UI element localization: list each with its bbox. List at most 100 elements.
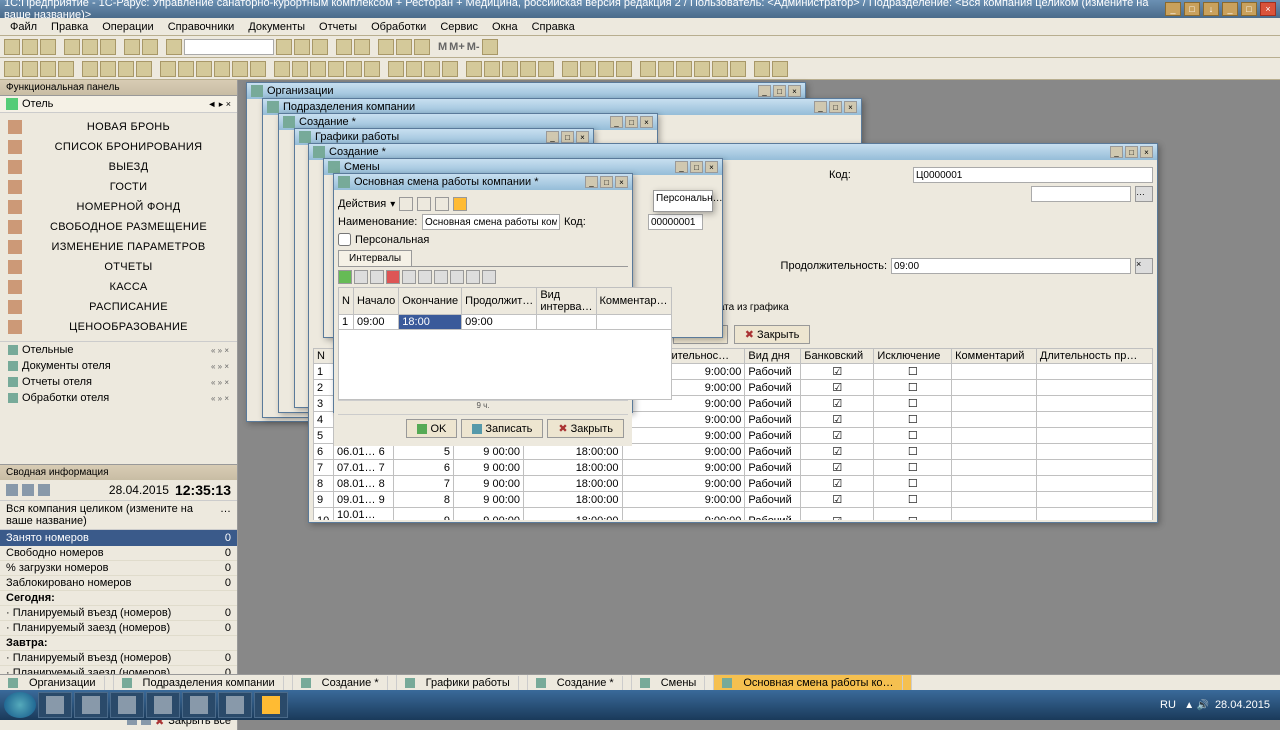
- nav-7[interactable]: ОТЧЕТЫ: [0, 257, 237, 277]
- write-btn[interactable]: Записать: [461, 419, 543, 438]
- close-btn[interactable]: ×: [1260, 2, 1276, 16]
- tb-podr[interactable]: Подразделения компании: [114, 675, 293, 691]
- nav-1[interactable]: СПИСОК БРОНИРОВАНИЯ: [0, 137, 237, 157]
- sub-1[interactable]: Документы отеля« » ×: [0, 358, 237, 374]
- menu-help[interactable]: Справка: [526, 20, 581, 34]
- tb-icon[interactable]: [336, 39, 352, 55]
- add-icon[interactable]: [338, 270, 352, 284]
- personal-checkbox[interactable]: [338, 233, 351, 246]
- print-icon[interactable]: [38, 484, 50, 496]
- tb-search-input[interactable]: [184, 39, 274, 55]
- ie-icon[interactable]: [38, 692, 72, 718]
- mail-icon[interactable]: [146, 692, 180, 718]
- 1c-icon[interactable]: [254, 692, 288, 718]
- tb-org[interactable]: Организации: [0, 675, 114, 691]
- name-input[interactable]: [422, 214, 560, 230]
- intervals-tab[interactable]: Интервалы: [338, 250, 412, 266]
- nav-8[interactable]: КАССА: [0, 277, 237, 297]
- tb-save-icon[interactable]: [40, 39, 56, 55]
- wmp-icon[interactable]: [110, 692, 144, 718]
- tb-redo-icon[interactable]: [142, 39, 158, 55]
- table-row[interactable]: 1010.01… 1099 00:0018:00:009:00:00Рабочи…: [314, 508, 1153, 521]
- tb-copy-icon[interactable]: [82, 39, 98, 55]
- nav-6[interactable]: ИЗМЕНЕНИЕ ПАРАМЕТРОВ: [0, 237, 237, 257]
- sort-icon[interactable]: [466, 270, 480, 284]
- max-btn[interactable]: □: [600, 176, 613, 188]
- actions-menu[interactable]: Действия: [338, 198, 386, 210]
- menu-windows[interactable]: Окна: [486, 20, 524, 34]
- tb-icon[interactable]: [378, 39, 394, 55]
- shift-window-titlebar[interactable]: Основная смена работы компании *_□×: [334, 174, 632, 190]
- table-row[interactable]: 909.01… 989 00:0018:00:009:00:00Рабочий☑…: [314, 492, 1153, 508]
- tb-paste-icon[interactable]: [100, 39, 116, 55]
- menu-edit[interactable]: Правка: [45, 20, 94, 34]
- sub-2[interactable]: Отчеты отеля« » ×: [0, 374, 237, 390]
- tb-cut-icon[interactable]: [64, 39, 80, 55]
- tb-icon[interactable]: [354, 39, 370, 55]
- window-icon: [338, 176, 350, 188]
- copy-icon[interactable]: [354, 270, 368, 284]
- nav-9[interactable]: РАСПИСАНИЕ: [0, 297, 237, 317]
- help-btn[interactable]: ↓: [1203, 2, 1219, 16]
- menu-service[interactable]: Сервис: [434, 20, 484, 34]
- tb-icon[interactable]: [276, 39, 292, 55]
- nav-2[interactable]: ВЫЕЗД: [0, 157, 237, 177]
- tb-find-icon[interactable]: [166, 39, 182, 55]
- start-button[interactable]: [4, 692, 36, 718]
- explorer-icon[interactable]: [74, 692, 108, 718]
- menu-reports[interactable]: Отчеты: [313, 20, 363, 34]
- help-icon[interactable]: [453, 197, 467, 211]
- tb-shift[interactable]: Основная смена работы ко…: [714, 675, 911, 691]
- tb-undo-icon[interactable]: [124, 39, 140, 55]
- tb-icon[interactable]: [312, 39, 328, 55]
- down-icon[interactable]: [450, 270, 464, 284]
- ok-btn[interactable]: OK: [406, 419, 457, 438]
- nav-0[interactable]: НОВАЯ БРОНЬ: [0, 117, 237, 137]
- code-input[interactable]: [913, 167, 1153, 183]
- min2-btn[interactable]: _: [1222, 2, 1238, 16]
- tb-smeny[interactable]: Смены: [632, 675, 715, 691]
- tb-sozd[interactable]: Создание *: [293, 675, 397, 691]
- tb-icon[interactable]: [414, 39, 430, 55]
- menu-refs[interactable]: Справочники: [162, 20, 241, 34]
- table-row[interactable]: 808.01… 879 00:0018:00:009:00:00Рабочий☑…: [314, 476, 1153, 492]
- hotel-header[interactable]: Отель ◄ ▸ ×: [0, 96, 237, 113]
- code-input[interactable]: [648, 214, 703, 230]
- close-btn[interactable]: ✖Закрыть: [547, 419, 624, 438]
- max2-btn[interactable]: □: [1241, 2, 1257, 16]
- end-time-cell[interactable]: 18:00: [399, 315, 462, 330]
- refresh-icon[interactable]: [22, 484, 34, 496]
- nav-3[interactable]: ГОСТИ: [0, 177, 237, 197]
- menu-proc[interactable]: Обработки: [365, 20, 432, 34]
- sort2-icon[interactable]: [482, 270, 496, 284]
- up-icon[interactable]: [434, 270, 448, 284]
- menu-docs[interactable]: Документы: [242, 20, 311, 34]
- nav-10[interactable]: ЦЕНООБРАЗОВАНИЕ: [0, 317, 237, 337]
- tb-sozd2[interactable]: Создание *: [528, 675, 632, 691]
- app-icon[interactable]: [182, 692, 216, 718]
- min-btn[interactable]: _: [1165, 2, 1181, 16]
- home-icon[interactable]: [6, 484, 18, 496]
- close-btn[interactable]: ✖Закрыть: [734, 325, 811, 344]
- close-btn[interactable]: ×: [615, 176, 628, 188]
- tb-icon[interactable]: [396, 39, 412, 55]
- app-icon[interactable]: [218, 692, 252, 718]
- delete-icon[interactable]: [386, 270, 400, 284]
- nav-icon: [8, 280, 22, 294]
- tb-open-icon[interactable]: [22, 39, 38, 55]
- menu-file[interactable]: Файл: [4, 20, 43, 34]
- sub-0[interactable]: Отельные« » ×: [0, 342, 237, 358]
- tb-graf[interactable]: Графики работы: [397, 675, 528, 691]
- edit-icon[interactable]: [370, 270, 384, 284]
- sub-3[interactable]: Обработки отеля« » ×: [0, 390, 237, 406]
- tb-calc-icon[interactable]: [482, 39, 498, 55]
- tb-icon[interactable]: [294, 39, 310, 55]
- max-btn[interactable]: □: [1184, 2, 1200, 16]
- nav-5[interactable]: СВОБОДНОЕ РАЗМЕЩЕНИЕ: [0, 217, 237, 237]
- tb2-icon[interactable]: [4, 61, 20, 77]
- table-row[interactable]: 707.01… 769 00:0018:00:009:00:00Рабочий☑…: [314, 460, 1153, 476]
- menu-ops[interactable]: Операции: [96, 20, 159, 34]
- tb-new-icon[interactable]: [4, 39, 20, 55]
- nav-4[interactable]: НОМЕРНОЙ ФОНД: [0, 197, 237, 217]
- min-btn[interactable]: _: [585, 176, 598, 188]
